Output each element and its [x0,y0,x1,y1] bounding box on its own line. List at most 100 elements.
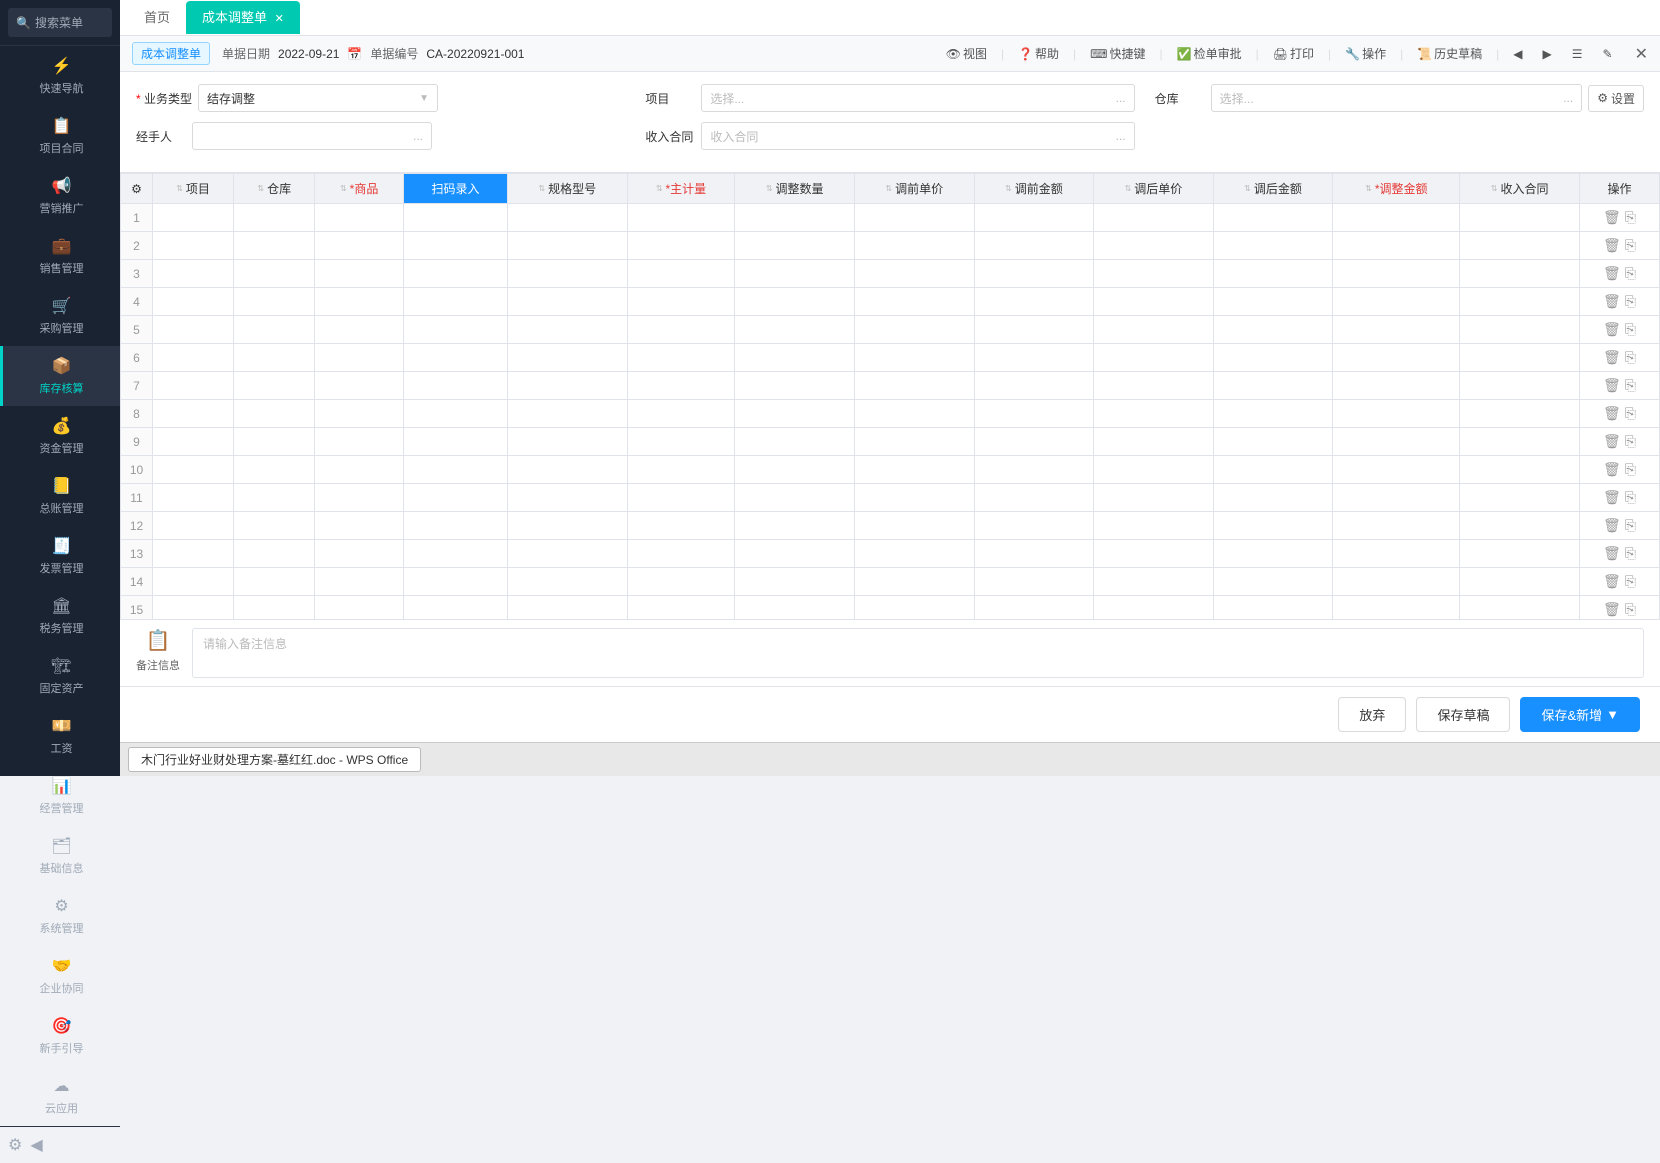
cell-spec-13[interactable] [508,540,628,568]
cell-pre-amount-10[interactable] [974,456,1094,484]
cell-pre-amount-12[interactable] [974,512,1094,540]
cell-goods-7[interactable] [315,372,404,400]
cell-goods-9[interactable] [315,428,404,456]
cell-pre-amount-9[interactable] [974,428,1094,456]
sidebar-item-sales-mgmt[interactable]: 💼 销售管理 [0,226,120,286]
cell-post-amount-7[interactable] [1213,372,1333,400]
cell-unit-13[interactable] [627,540,735,568]
cell-spec-15[interactable] [508,596,628,620]
discard-button[interactable]: 放弃 [1338,697,1406,732]
cell-adj-qty-2[interactable] [735,232,855,260]
income-contract-input[interactable]: 收入合同 ... [701,122,1134,150]
cell-pre-unit-price-12[interactable] [855,512,975,540]
delete-icon-5[interactable]: 🗑 [1603,321,1621,338]
cell-spec-10[interactable] [508,456,628,484]
copy-icon-9[interactable]: ⎘ [1625,433,1636,450]
copy-icon-12[interactable]: ⎘ [1625,517,1636,534]
cell-adj-qty-5[interactable] [735,316,855,344]
cell-pre-unit-price-2[interactable] [855,232,975,260]
sidebar-item-funds-mgmt[interactable]: 💰 资金管理 [0,406,120,466]
cell-pre-unit-price-4[interactable] [855,288,975,316]
sidebar-item-ledger-mgmt[interactable]: 📒 总账管理 [0,466,120,526]
cell-pre-unit-price-13[interactable] [855,540,975,568]
cell-income-contract-13[interactable] [1460,540,1580,568]
cell-post-amount-10[interactable] [1213,456,1333,484]
cell-unit-11[interactable] [627,484,735,512]
sidebar-item-basic-info[interactable]: 🗂 基础信息 [0,826,120,886]
cell-post-unit-price-15[interactable] [1094,596,1214,620]
cell-adj-amount-14[interactable] [1333,568,1460,596]
cell-adj-qty-6[interactable] [735,344,855,372]
cell-post-amount-11[interactable] [1213,484,1333,512]
save-draft-button[interactable]: 保存草稿 [1416,697,1510,732]
cell-post-unit-price-13[interactable] [1094,540,1214,568]
copy-icon-6[interactable]: ⎘ [1625,349,1636,366]
cell-project-14[interactable] [153,568,234,596]
cell-goods-6[interactable] [315,344,404,372]
cell-unit-6[interactable] [627,344,735,372]
cell-adj-qty-12[interactable] [735,512,855,540]
cell-warehouse-3[interactable] [234,260,315,288]
cell-pre-unit-price-11[interactable] [855,484,975,512]
cell-adj-qty-15[interactable] [735,596,855,620]
cell-post-amount-1[interactable] [1213,204,1333,232]
cell-post-unit-price-7[interactable] [1094,372,1214,400]
cell-project-7[interactable] [153,372,234,400]
settings-button[interactable]: ⚙ 设置 [1588,85,1644,112]
project-input[interactable]: 选择... ... [701,84,1134,112]
copy-icon-4[interactable]: ⎘ [1625,293,1636,310]
cell-post-unit-price-4[interactable] [1094,288,1214,316]
cell-warehouse-8[interactable] [234,400,315,428]
delete-icon-6[interactable]: 🗑 [1603,349,1621,366]
cell-unit-9[interactable] [627,428,735,456]
delete-icon-2[interactable]: 🗑 [1603,237,1621,254]
delete-icon-11[interactable]: 🗑 [1603,489,1621,506]
cell-warehouse-12[interactable] [234,512,315,540]
cell-income-contract-2[interactable] [1460,232,1580,260]
cell-warehouse-9[interactable] [234,428,315,456]
cell-adj-amount-15[interactable] [1333,596,1460,620]
search-menu-button[interactable]: 🔍 搜索菜单 [8,8,112,37]
copy-icon-3[interactable]: ⎘ [1625,265,1636,282]
cell-goods-2[interactable] [315,232,404,260]
cell-post-amount-13[interactable] [1213,540,1333,568]
toolbar-shortcut[interactable]: ⌨ 快捷键 [1084,43,1151,64]
collapse-button[interactable]: ◀ [30,1135,42,1155]
cell-unit-5[interactable] [627,316,735,344]
cell-adj-qty-14[interactable] [735,568,855,596]
cell-post-unit-price-10[interactable] [1094,456,1214,484]
cell-scan-11[interactable] [403,484,507,512]
copy-icon-7[interactable]: ⎘ [1625,377,1636,394]
cell-spec-6[interactable] [508,344,628,372]
sidebar-item-inventory-calc[interactable]: 📦 库存核算 [0,346,120,406]
sidebar-item-sys-mgmt[interactable]: ⚙ 系统管理 [0,886,120,946]
sidebar-item-fixed-assets[interactable]: 🏗 固定资产 [0,646,120,706]
cell-adj-amount-8[interactable] [1333,400,1460,428]
cell-pre-unit-price-8[interactable] [855,400,975,428]
cell-unit-12[interactable] [627,512,735,540]
cell-adj-qty-10[interactable] [735,456,855,484]
cell-goods-13[interactable] [315,540,404,568]
tab-home[interactable]: 首页 [128,1,186,34]
cell-goods-10[interactable] [315,456,404,484]
cell-post-amount-2[interactable] [1213,232,1333,260]
cell-post-amount-9[interactable] [1213,428,1333,456]
delete-icon-4[interactable]: 🗑 [1603,293,1621,310]
cell-project-13[interactable] [153,540,234,568]
delete-icon-8[interactable]: 🗑 [1603,405,1621,422]
cell-spec-1[interactable] [508,204,628,232]
cell-income-contract-8[interactable] [1460,400,1580,428]
cell-adj-amount-1[interactable] [1333,204,1460,232]
cell-pre-unit-price-15[interactable] [855,596,975,620]
cell-unit-1[interactable] [627,204,735,232]
cell-pre-amount-5[interactable] [974,316,1094,344]
cell-post-unit-price-5[interactable] [1094,316,1214,344]
cell-adj-amount-9[interactable] [1333,428,1460,456]
cell-post-unit-price-2[interactable] [1094,232,1214,260]
sidebar-item-cloud-app[interactable]: ☁ 云应用 [0,1066,120,1126]
toolbar-audit[interactable]: ✅ 检单审批 [1171,43,1248,64]
settings-button[interactable]: ⚙ [8,1135,22,1155]
delete-icon-13[interactable]: 🗑 [1603,545,1621,562]
doc-close-button[interactable]: ✕ [1635,44,1648,64]
cell-warehouse-1[interactable] [234,204,315,232]
